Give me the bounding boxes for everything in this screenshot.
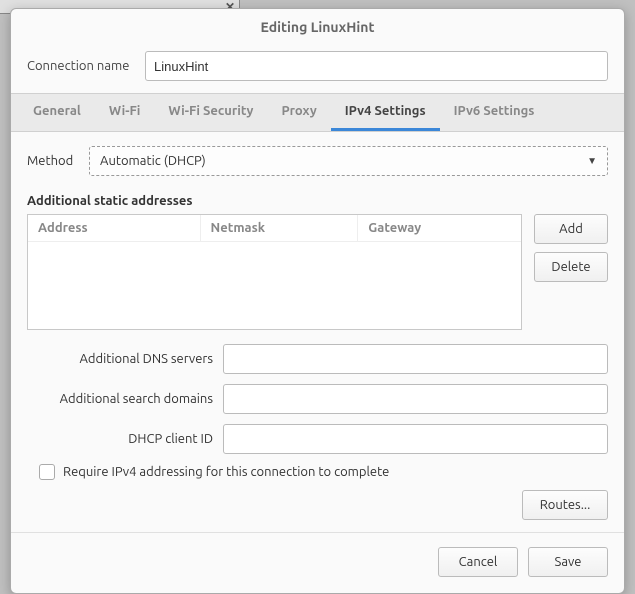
dns-input[interactable] — [223, 344, 608, 374]
col-netmask: Netmask — [201, 215, 359, 242]
addresses-table[interactable]: Address Netmask Gateway — [27, 214, 522, 330]
method-value: Automatic (DHCP) — [100, 154, 206, 168]
method-label: Method — [27, 154, 89, 168]
require-ipv4-label: Require IPv4 addressing for this connect… — [63, 465, 389, 479]
connection-name-label: Connection name — [27, 59, 145, 73]
delete-button[interactable]: Delete — [534, 252, 608, 282]
tab-general[interactable]: General — [19, 94, 95, 131]
tab-wifi-security[interactable]: Wi-Fi Security — [154, 94, 267, 131]
dhcp-client-id-input[interactable] — [223, 424, 608, 454]
chevron-down-icon: ▼ — [587, 155, 597, 167]
connection-name-input[interactable] — [145, 51, 608, 81]
search-domains-label: Additional search domains — [27, 392, 223, 406]
routes-row: Routes... — [27, 490, 608, 520]
save-button[interactable]: Save — [528, 547, 608, 577]
connection-name-row: Connection name — [11, 47, 624, 93]
edit-connection-dialog: Editing LinuxHint Connection name Genera… — [10, 8, 625, 594]
method-combobox[interactable]: Automatic (DHCP) ▼ — [89, 146, 608, 176]
dhcp-client-id-row: DHCP client ID — [27, 424, 608, 454]
dns-label: Additional DNS servers — [27, 352, 223, 366]
tab-body: Method Automatic (DHCP) ▼ Additional sta… — [11, 132, 624, 532]
search-domains-input[interactable] — [223, 384, 608, 414]
addresses-buttons: Add Delete — [534, 214, 608, 330]
add-button[interactable]: Add — [534, 214, 608, 244]
dialog-footer: Cancel Save — [11, 532, 624, 593]
tab-wifi[interactable]: Wi-Fi — [95, 94, 155, 131]
addresses-table-header: Address Netmask Gateway — [28, 215, 521, 242]
cancel-button[interactable]: Cancel — [438, 547, 518, 577]
dns-row: Additional DNS servers — [27, 344, 608, 374]
method-row: Method Automatic (DHCP) ▼ — [27, 146, 608, 176]
dhcp-client-id-label: DHCP client ID — [27, 432, 223, 446]
require-ipv4-row: Require IPv4 addressing for this connect… — [39, 464, 608, 480]
addresses-area: Address Netmask Gateway Add Delete — [27, 214, 608, 330]
dialog-title: Editing LinuxHint — [11, 9, 624, 47]
additional-addresses-heading: Additional static addresses — [27, 194, 608, 208]
tabs-bar: General Wi-Fi Wi-Fi Security Proxy IPv4 … — [11, 93, 624, 132]
search-domains-row: Additional search domains — [27, 384, 608, 414]
tab-ipv6-settings[interactable]: IPv6 Settings — [440, 94, 549, 131]
col-address: Address — [28, 215, 201, 242]
routes-button[interactable]: Routes... — [522, 490, 608, 520]
require-ipv4-checkbox[interactable] — [39, 464, 55, 480]
tab-proxy[interactable]: Proxy — [267, 94, 330, 131]
tab-ipv4-settings[interactable]: IPv4 Settings — [331, 94, 440, 131]
col-gateway: Gateway — [358, 215, 521, 242]
